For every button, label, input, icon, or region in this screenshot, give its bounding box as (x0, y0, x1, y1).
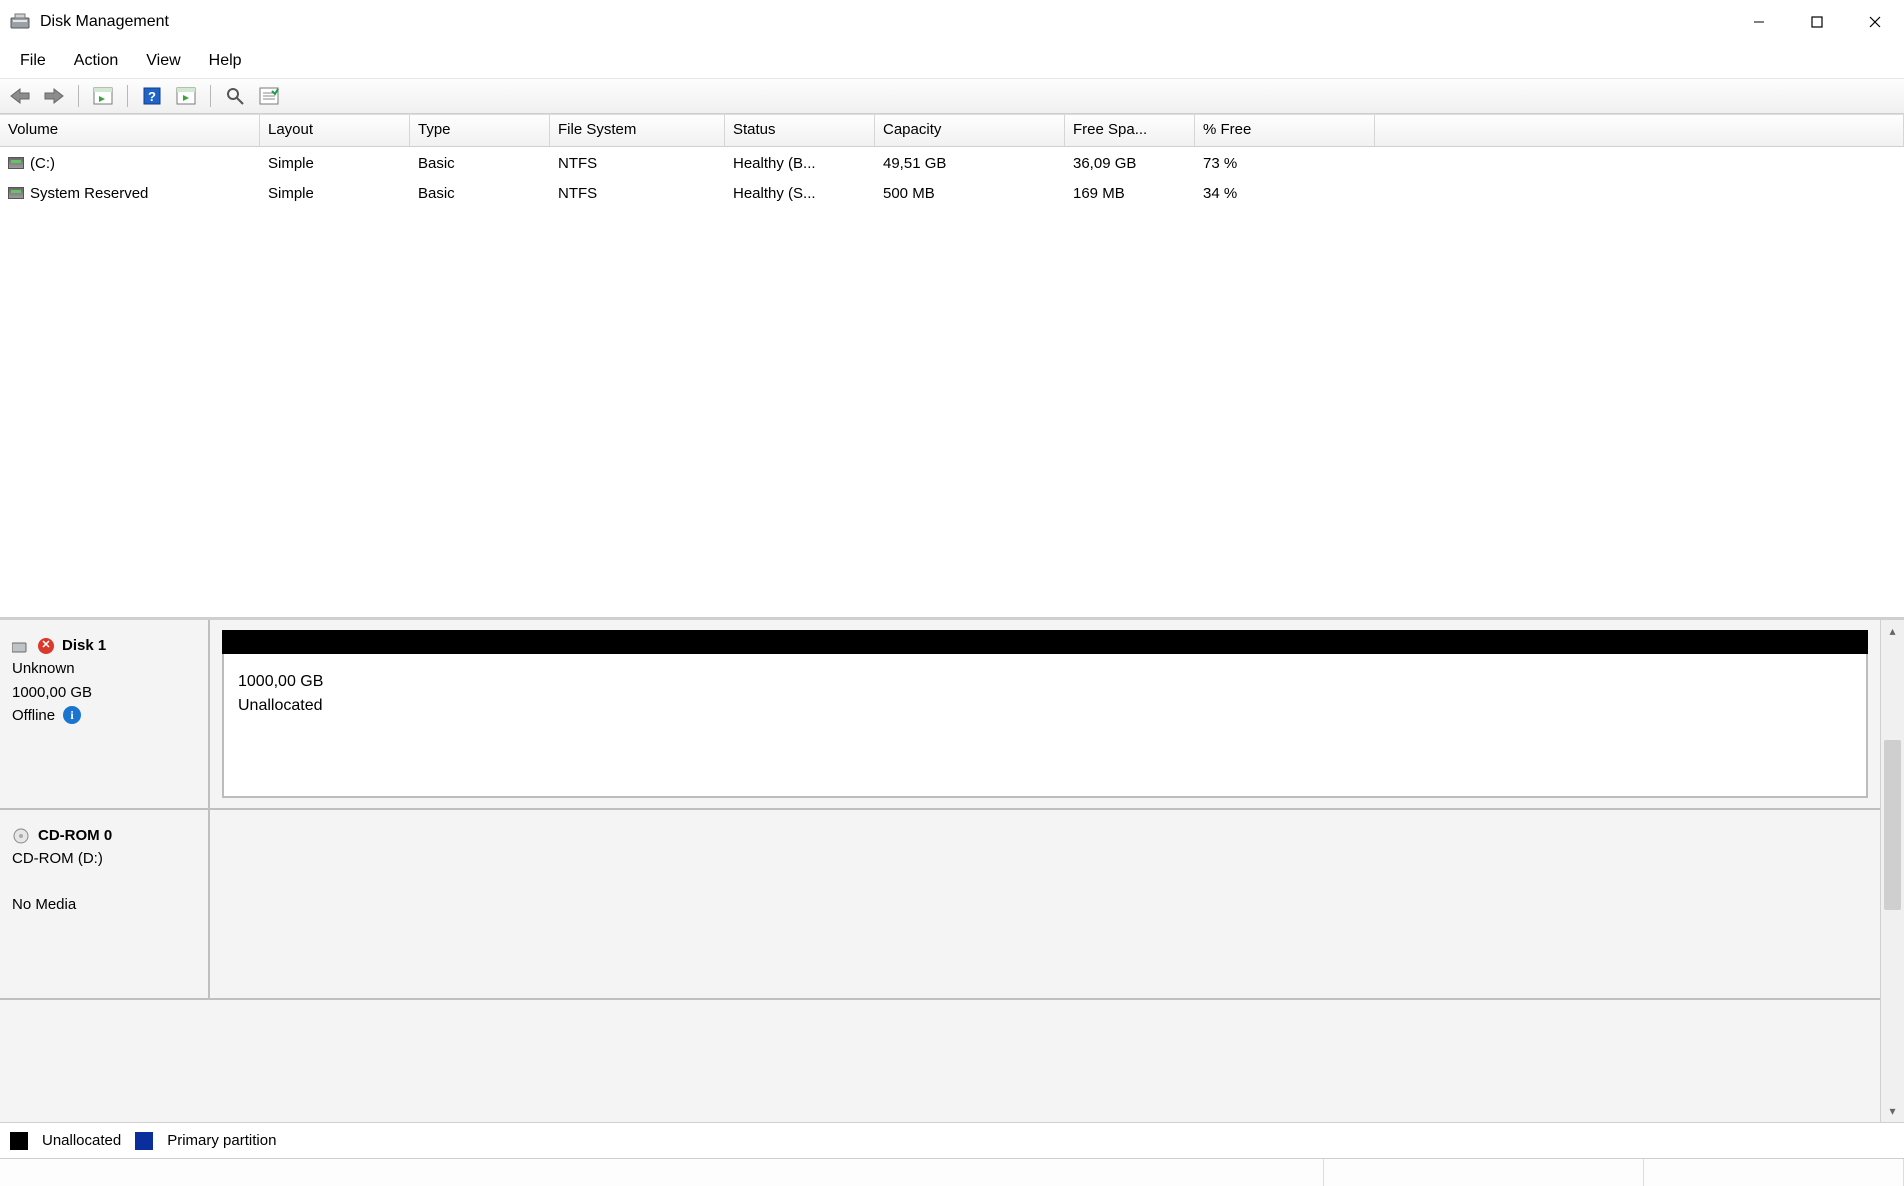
scroll-thumb[interactable] (1884, 740, 1901, 910)
disk-kind: CD-ROM (D:) (12, 847, 196, 870)
maximize-button[interactable] (1788, 4, 1846, 40)
cell-status: Healthy (B... (725, 155, 875, 172)
window-controls (1730, 4, 1904, 40)
toolbar: ? (0, 78, 1904, 114)
graphical-view: ✕Disk 1Unknown1000,00 GBOfflinei1000,00 … (0, 619, 1904, 1122)
disk-name: Disk 1 (62, 634, 106, 657)
svg-text:?: ? (148, 89, 156, 104)
menu-view[interactable]: View (134, 48, 192, 74)
table-row[interactable]: (C:) SimpleBasicNTFSHealthy (B...49,51 GB… (0, 147, 1904, 177)
disk-row[interactable]: CD-ROM 0CD-ROM (D:) No Media (0, 810, 1880, 1000)
cell-percent: 34 % (1195, 185, 1375, 202)
cell-type: Basic (410, 155, 550, 172)
disk-size: 1000,00 GB (12, 681, 196, 704)
disk-state: Offline (12, 704, 55, 727)
search-button[interactable] (221, 82, 249, 110)
legend-swatch-primary (135, 1132, 153, 1150)
help-button[interactable]: ? (138, 82, 166, 110)
table-header: Volume Layout Type File System Status Ca… (0, 115, 1904, 147)
partition-header[interactable] (222, 630, 1868, 654)
back-button[interactable] (6, 82, 34, 110)
cell-filesystem: NTFS (550, 155, 725, 172)
volume-icon (8, 157, 24, 169)
menu-action[interactable]: Action (62, 48, 130, 74)
cell-layout: Simple (260, 155, 410, 172)
menu-help[interactable]: Help (197, 48, 254, 74)
col-layout[interactable]: Layout (260, 115, 410, 146)
forward-button[interactable] (40, 82, 68, 110)
col-volume[interactable]: Volume (0, 115, 260, 146)
minimize-button[interactable] (1730, 4, 1788, 40)
scroll-down-icon[interactable]: ▾ (1881, 1100, 1904, 1122)
volume-table: Volume Layout Type File System Status Ca… (0, 114, 1904, 619)
col-type[interactable]: Type (410, 115, 550, 146)
table-row[interactable]: System Reserved SimpleBasicNTFSHealthy (S… (0, 177, 1904, 207)
legend-label-primary: Primary partition (167, 1132, 276, 1149)
error-icon: ✕ (38, 638, 54, 654)
cell-type: Basic (410, 185, 550, 202)
cell-status: Healthy (S... (725, 185, 875, 202)
legend-swatch-unallocated (10, 1132, 28, 1150)
partition-size: 1000,00 GB (238, 670, 1852, 694)
cdrom-icon (12, 828, 30, 844)
disk-info[interactable]: CD-ROM 0CD-ROM (D:) No Media (0, 810, 210, 998)
table-body: (C:) SimpleBasicNTFSHealthy (B...49,51 GB… (0, 147, 1904, 617)
cell-layout: Simple (260, 185, 410, 202)
info-icon[interactable]: i (63, 706, 81, 724)
app-icon (10, 12, 30, 32)
statusbar (0, 1158, 1904, 1186)
disk-info[interactable]: ✕ Disk 1Unknown1000,00 GBOffline i (0, 620, 210, 808)
properties-button[interactable] (172, 82, 200, 110)
list-settings-button[interactable] (255, 82, 283, 110)
menu-file[interactable]: File (8, 48, 58, 74)
scrollbar[interactable]: ▴ ▾ (1880, 620, 1904, 1122)
titlebar: Disk Management (0, 0, 1904, 44)
legend: Unallocated Primary partition (0, 1122, 1904, 1158)
col-percent-free[interactable]: % Free (1195, 115, 1375, 146)
cell-percent: 73 % (1195, 155, 1375, 172)
partition-body[interactable]: 1000,00 GBUnallocated (222, 654, 1868, 798)
disk-row[interactable]: ✕Disk 1Unknown1000,00 GBOfflinei1000,00 … (0, 620, 1880, 810)
col-status[interactable]: Status (725, 115, 875, 146)
cell-filesystem: NTFS (550, 185, 725, 202)
legend-label-unallocated: Unallocated (42, 1132, 121, 1149)
refresh-button[interactable] (89, 82, 117, 110)
cell-volume: System Reserved (30, 185, 148, 202)
disk-state: No Media (12, 893, 76, 916)
volume-icon (8, 187, 24, 199)
col-extra[interactable] (1375, 115, 1904, 146)
partition-label: Unallocated (238, 694, 1852, 718)
window-title: Disk Management (40, 13, 169, 31)
col-filesystem[interactable]: File System (550, 115, 725, 146)
close-button[interactable] (1846, 4, 1904, 40)
cell-capacity: 49,51 GB (875, 155, 1065, 172)
cell-free: 169 MB (1065, 185, 1195, 202)
cell-capacity: 500 MB (875, 185, 1065, 202)
menubar: File Action View Help (0, 44, 1904, 78)
disk-graph[interactable]: 1000,00 GBUnallocated (210, 620, 1880, 808)
disk-icon (12, 639, 30, 653)
disk-kind: Unknown (12, 657, 196, 680)
col-capacity[interactable]: Capacity (875, 115, 1065, 146)
cell-volume: (C:) (30, 155, 55, 172)
cell-free: 36,09 GB (1065, 155, 1195, 172)
col-free-space[interactable]: Free Spa... (1065, 115, 1195, 146)
disk-name: CD-ROM 0 (38, 824, 112, 847)
scroll-up-icon[interactable]: ▴ (1881, 620, 1904, 642)
disk-graph[interactable] (210, 810, 1880, 998)
